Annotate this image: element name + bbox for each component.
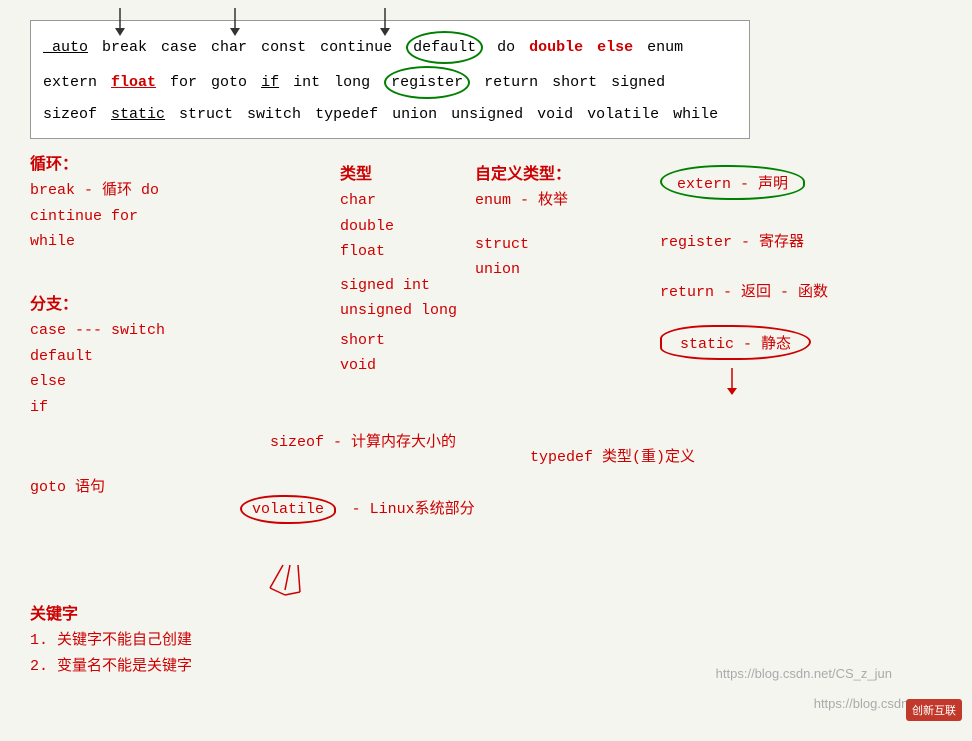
keywords-box: _auto break case char const continue def…	[30, 20, 750, 139]
watermark-1: https://blog.csdn.net/CS_z_jun	[716, 666, 892, 681]
watermark-2: https://blog.csdn.	[814, 696, 912, 711]
static-circle: static - 静态	[660, 325, 811, 360]
kw-auto: _auto	[43, 34, 88, 61]
kw-break: break	[102, 34, 147, 61]
kw-default: default	[406, 31, 483, 64]
branch-item-1: case --- switch	[30, 318, 165, 344]
logo-badge: 创新互联	[906, 699, 962, 721]
types-section: 类型 char double float signed int unsigned…	[340, 160, 457, 379]
kw-while: while	[673, 101, 718, 128]
kw-return: return	[484, 69, 538, 96]
loop-section: 循环： break - 循环 do cintinue for while	[30, 150, 159, 255]
kw-double: double	[529, 34, 583, 61]
register-label: register - 寄存器	[660, 230, 804, 256]
custom-types-section: 自定义类型： enum - 枚举 struct union	[475, 160, 571, 283]
goto-label: goto 语句	[30, 475, 105, 501]
extern-circle: extern - 声明	[660, 165, 805, 200]
kw-sizeof: sizeof	[43, 101, 97, 128]
kw-volatile: volatile	[587, 101, 659, 128]
kw-register: register	[384, 66, 470, 99]
kw-case: case	[161, 34, 197, 61]
kw-short: short	[552, 69, 597, 96]
sizeof-section: sizeof - 计算内存大小的	[270, 430, 456, 456]
types-signed: signed int	[340, 273, 457, 299]
goto-section: goto 语句	[30, 475, 105, 501]
kw-typedef: typedef	[315, 101, 378, 128]
kw-unsigned: unsigned	[451, 101, 523, 128]
keywords-notes-section: 关键字 1. 关键字不能自己创建 2. 变量名不能是关键字	[30, 600, 192, 679]
loop-item-1: break - 循环 do	[30, 178, 159, 204]
branch-heading: 分支：	[30, 290, 165, 314]
branch-item-2: default	[30, 344, 165, 370]
kw-long: long	[334, 69, 370, 96]
kw-void: void	[537, 101, 573, 128]
kw-struct: struct	[179, 101, 233, 128]
kw-float: float	[111, 69, 156, 96]
typedef-label: typedef 类型(重)定义	[530, 445, 695, 471]
kw-union: union	[392, 101, 437, 128]
extern-section: extern - 声明	[660, 165, 805, 200]
static-section: static - 静态	[660, 325, 811, 360]
branch-item-4: if	[30, 395, 165, 421]
types-void: void	[340, 353, 457, 379]
volatile-circle: volatile	[240, 495, 336, 524]
kw-int: int	[293, 69, 320, 96]
kw-char: char	[211, 34, 247, 61]
sizeof-label: sizeof - 计算内存大小的	[270, 430, 456, 456]
return-label: return - 返回 - 函数	[660, 280, 828, 306]
kw-continue: continue	[320, 34, 392, 61]
types-heading: 类型	[340, 160, 457, 184]
types-char: char	[340, 188, 457, 214]
types-float: float	[340, 239, 457, 265]
kw-if: if	[261, 69, 279, 96]
types-double: double	[340, 214, 457, 240]
branch-section: 分支： case --- switch default else if	[30, 290, 165, 420]
kw-switch: switch	[247, 101, 301, 128]
kw-signed: signed	[611, 69, 665, 96]
keywords-note-2: 2. 变量名不能是关键字	[30, 654, 192, 680]
custom-struct: struct	[475, 232, 571, 258]
kw-extern: extern	[43, 69, 97, 96]
kw-enum: enum	[647, 34, 683, 61]
loop-item-3: while	[30, 229, 159, 255]
typedef-section: typedef 类型(重)定义	[530, 445, 695, 471]
types-short: short	[340, 328, 457, 354]
return-section: return - 返回 - 函数	[660, 280, 828, 306]
kw-for: for	[170, 69, 197, 96]
volatile-desc: - Linux系统部分	[352, 501, 475, 518]
loop-item-2: cintinue for	[30, 204, 159, 230]
kw-else: else	[597, 34, 633, 61]
keywords-notes-heading: 关键字	[30, 600, 192, 624]
loop-heading: 循环：	[30, 150, 159, 174]
kw-do: do	[497, 34, 515, 61]
volatile-section: volatile - Linux系统部分	[240, 495, 475, 524]
branch-item-3: else	[30, 369, 165, 395]
types-unsigned: unsigned long	[340, 298, 457, 324]
kw-const: const	[261, 34, 306, 61]
custom-heading: 自定义类型：	[475, 160, 571, 184]
static-label: static - 静态	[680, 336, 791, 353]
keywords-note-1: 1. 关键字不能自己创建	[30, 628, 192, 654]
custom-union: union	[475, 257, 571, 283]
kw-static: static	[111, 101, 165, 128]
custom-enum: enum - 枚举	[475, 188, 571, 214]
register-section: register - 寄存器	[660, 230, 804, 256]
extern-label: extern - 声明	[677, 176, 788, 193]
kw-goto: goto	[211, 69, 247, 96]
